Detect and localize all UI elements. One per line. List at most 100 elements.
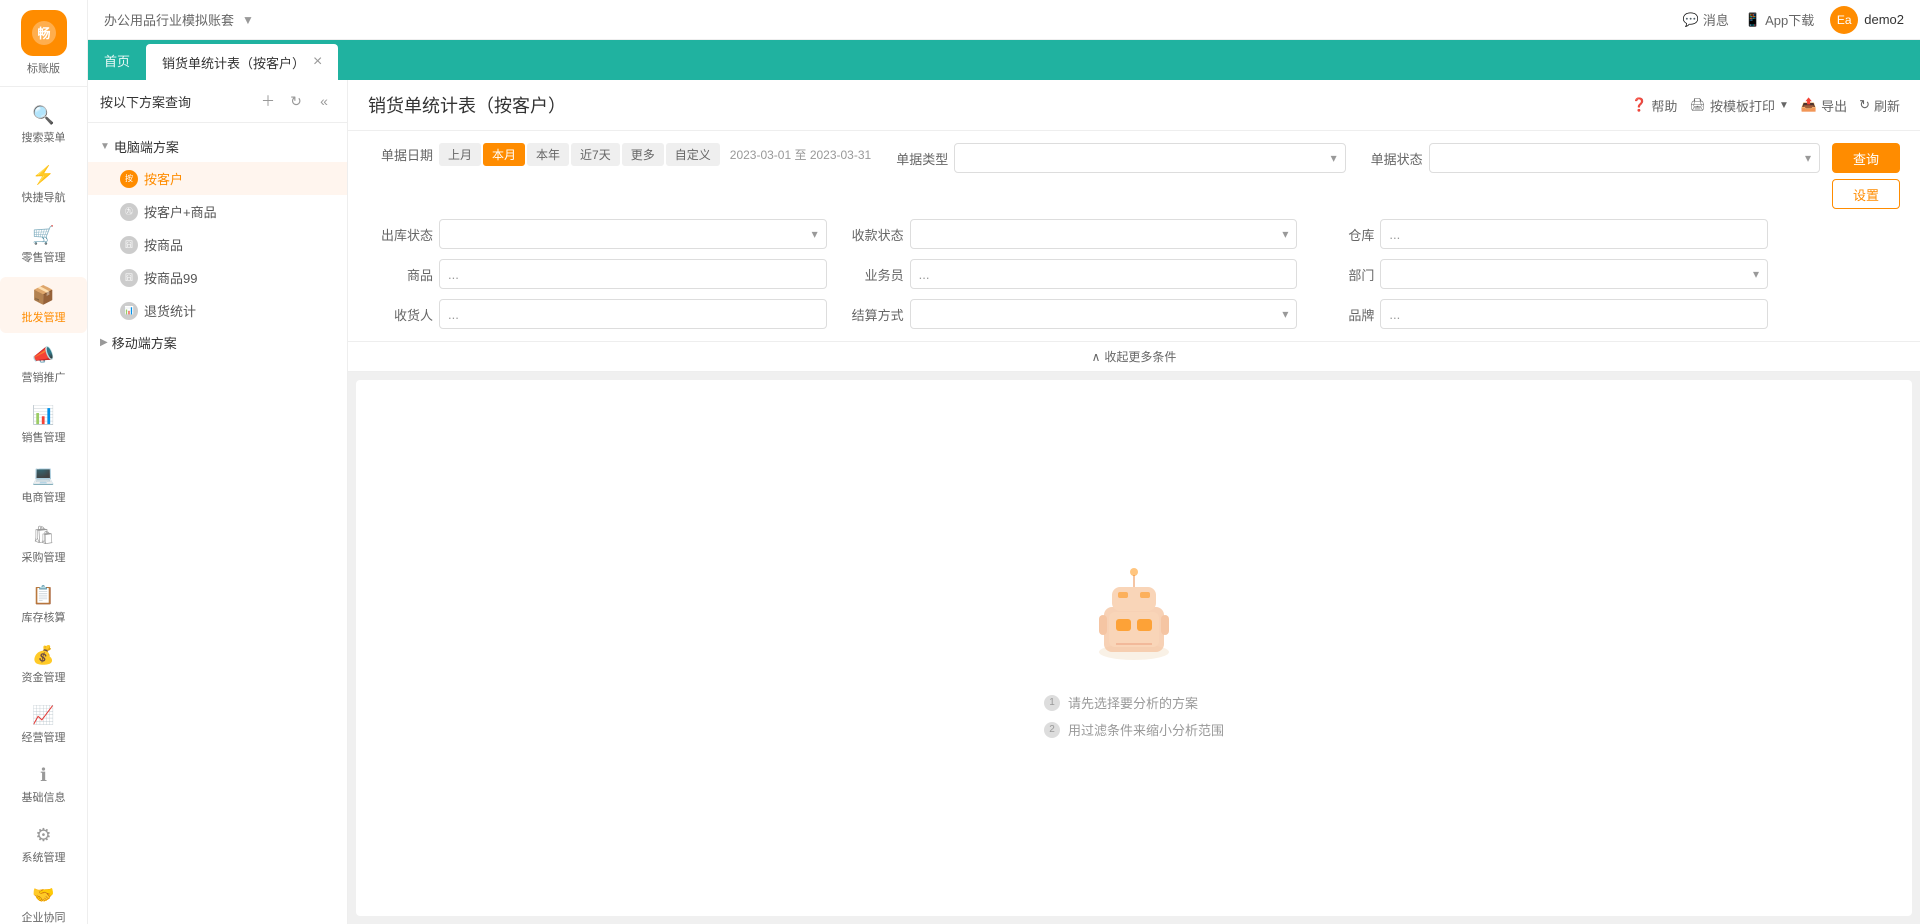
doc-status-filter: 单据状态 ▾ (1358, 143, 1820, 173)
date-btn-last-month[interactable]: 上月 (439, 143, 481, 166)
help-btn[interactable]: ❓ 帮助 (1631, 96, 1677, 115)
sidebar-item-inventory[interactable]: 📋 库存核算 (0, 577, 87, 633)
salesperson-filter: 业务员 ... (839, 259, 1298, 289)
empty-hint-1: 1 请先选择要分析的方案 (1044, 693, 1224, 712)
sidebar-item-quick-nav[interactable]: ⚡ 快捷导航 (0, 157, 87, 213)
sidebar-item-search[interactable]: 🔍 搜索菜单 (0, 97, 87, 153)
tab-sales-report[interactable]: 销货单统计表（按客户） × (146, 44, 338, 80)
empty-hints: 1 请先选择要分析的方案 2 用过滤条件来缩小分析范围 (1044, 693, 1224, 739)
date-btn-this-month[interactable]: 本月 (483, 143, 525, 166)
left-panel-header: 按以下方案查询 ＋ ↻ « (88, 80, 347, 123)
finance-icon: 💰 (32, 645, 54, 666)
user-profile[interactable]: Ea demo2 (1830, 6, 1904, 34)
date-btn-custom[interactable]: 自定义 (666, 143, 720, 166)
recipient-value: ... (448, 307, 459, 322)
sidebar-item-retail[interactable]: 🛒 零售管理 (0, 217, 87, 273)
add-icon: ＋ (261, 91, 275, 111)
out-status-dropdown[interactable]: ▾ (439, 219, 827, 249)
sidebar-item-enterprise[interactable]: 🤝 企业协同 (0, 877, 87, 924)
sales-report-tab-label: 销货单统计表（按客户） (162, 53, 305, 72)
filter-row-1: 单据日期 上月 本月 本年 近7天 更多 自定义 2023-03-01 至 20… (368, 143, 1900, 209)
doc-type-filter: 单据类型 ▾ (883, 143, 1345, 173)
message-btn[interactable]: 💬 消息 (1683, 10, 1729, 29)
tree-item-by-customer[interactable]: 按 按客户 (88, 162, 347, 195)
wholesale-icon: 📦 (32, 285, 54, 306)
search-icon: 🔍 (32, 105, 54, 126)
mobile-group: ▶ 移动端方案 (88, 327, 347, 358)
date-btn-more[interactable]: 更多 (622, 143, 664, 166)
payment-status-dropdown[interactable]: ▾ (910, 219, 1298, 249)
add-scheme-btn[interactable]: ＋ (257, 90, 279, 112)
sidebar-item-system[interactable]: ⚙ 系统管理 (0, 817, 87, 873)
refresh-scheme-btn[interactable]: ↻ (285, 90, 307, 112)
collapse-bar-label: 收起更多条件 (1104, 348, 1176, 365)
print-btn[interactable]: 🖨 按模板打印 ▼ (1689, 96, 1788, 115)
collapse-up-icon: ∧ (1092, 350, 1101, 364)
department-dropdown[interactable]: ▾ (1380, 259, 1768, 289)
date-range-text: 2023-03-01 至 2023-03-31 (730, 146, 871, 163)
date-btn-7-days[interactable]: 近7天 (571, 143, 620, 166)
out-status-chevron: ▾ (812, 227, 818, 241)
group-expand-icon: ▼ (100, 141, 110, 152)
sidebar-item-purchase[interactable]: 🛍 采购管理 (0, 517, 87, 573)
doc-type-chevron: ▾ (1331, 151, 1337, 165)
retail-icon: 🛒 (32, 225, 54, 246)
doc-type-dropdown[interactable]: ▾ (954, 143, 1345, 173)
date-btn-this-year[interactable]: 本年 (527, 143, 569, 166)
query-button[interactable]: 查询 (1832, 143, 1900, 173)
left-panel-title: 按以下方案查询 (100, 92, 191, 111)
refresh-btn[interactable]: ↻ 刷新 (1859, 96, 1900, 115)
salesperson-value: ... (919, 267, 930, 282)
tree-item-by-customer-goods[interactable]: ㊈ 按客户+商品 (88, 195, 347, 228)
collapse-panel-btn[interactable]: « (313, 90, 335, 112)
app-brand-text: 标账版 (27, 60, 60, 76)
page-title: 销货单统计表（按客户） (368, 92, 566, 118)
goods-dropdown[interactable]: ... (439, 259, 827, 289)
page-header-actions: ❓ 帮助 🖨 按模板打印 ▼ 📤 导出 ↻ (1631, 96, 1900, 115)
sidebar-item-operations[interactable]: 📈 经营管理 (0, 697, 87, 753)
settlement-dropdown[interactable]: ▾ (910, 299, 1298, 329)
recipient-dropdown[interactable]: ... (439, 299, 827, 329)
topbar-dropdown-arrow[interactable]: ▼ (242, 13, 254, 27)
empty-hint-2: 2 用过滤条件来缩小分析范围 (1044, 720, 1224, 739)
salesperson-dropdown[interactable]: ... (910, 259, 1298, 289)
tree-item-by-goods[interactable]: 囧 按商品 (88, 228, 347, 261)
hint-2-text: 用过滤条件来缩小分析范围 (1068, 720, 1224, 739)
sidebar-item-wholesale[interactable]: 📦 批发管理 (0, 277, 87, 333)
app-download-btn[interactable]: 📱 App下载 (1745, 10, 1814, 29)
tree-item-icon-customer: 按 (120, 170, 138, 188)
topbar: 办公用品行业模拟账套 ▼ 💬 消息 📱 App下载 Ea demo2 (88, 0, 1920, 40)
sidebar-item-finance[interactable]: 💰 资金管理 (0, 637, 87, 693)
brand-dropdown[interactable]: ... (1380, 299, 1768, 329)
app-download-label: App下载 (1765, 10, 1814, 29)
sidebar: 畅 标账版 🔍 搜索菜单 ⚡ 快捷导航 🛒 零售管理 📦 批发管理 📣 营销推广… (0, 0, 88, 924)
message-label: 消息 (1703, 10, 1729, 29)
tree-container: ▼ 电脑端方案 按 按客户 ㊈ 按客户+商品 (88, 123, 347, 924)
doc-status-dropdown[interactable]: ▾ (1429, 143, 1820, 173)
brand-value: ... (1389, 307, 1400, 322)
warehouse-value: ... (1389, 227, 1400, 242)
sidebar-item-sales[interactable]: 📊 销售管理 (0, 397, 87, 453)
empty-state: 1 请先选择要分析的方案 2 用过滤条件来缩小分析范围 (356, 380, 1912, 916)
sidebar-item-marketing[interactable]: 📣 营销推广 (0, 337, 87, 393)
tab-close-icon[interactable]: × (313, 54, 322, 70)
export-btn[interactable]: 📤 导出 (1801, 96, 1847, 115)
tree-item-return-stats[interactable]: 📊 退货统计 (88, 294, 347, 327)
sales-icon: 📊 (32, 405, 54, 426)
collapse-bar[interactable]: ∧ 收起更多条件 (348, 342, 1920, 372)
tree-item-by-goods99[interactable]: 囧 按商品99 (88, 261, 347, 294)
payment-status-chevron: ▾ (1282, 227, 1288, 241)
sidebar-item-basic-info[interactable]: ℹ 基础信息 (0, 757, 87, 813)
warehouse-dropdown[interactable]: ... (1380, 219, 1768, 249)
help-label: 帮助 (1651, 96, 1677, 115)
settlement-chevron: ▾ (1282, 307, 1288, 321)
desktop-group-header[interactable]: ▼ 电脑端方案 (88, 131, 347, 162)
tab-home[interactable]: 首页 (88, 40, 146, 80)
sidebar-nav: 🔍 搜索菜单 ⚡ 快捷导航 🛒 零售管理 📦 批发管理 📣 营销推广 📊 销售管… (0, 87, 87, 924)
inventory-icon: 📋 (32, 585, 54, 606)
print-arrow: ▼ (1779, 100, 1789, 111)
mobile-group-header[interactable]: ▶ 移动端方案 (88, 327, 347, 358)
hint-1-num: 1 (1044, 695, 1060, 711)
settings-button[interactable]: 设置 (1832, 179, 1900, 209)
sidebar-item-ecommerce[interactable]: 💻 电商管理 (0, 457, 87, 513)
